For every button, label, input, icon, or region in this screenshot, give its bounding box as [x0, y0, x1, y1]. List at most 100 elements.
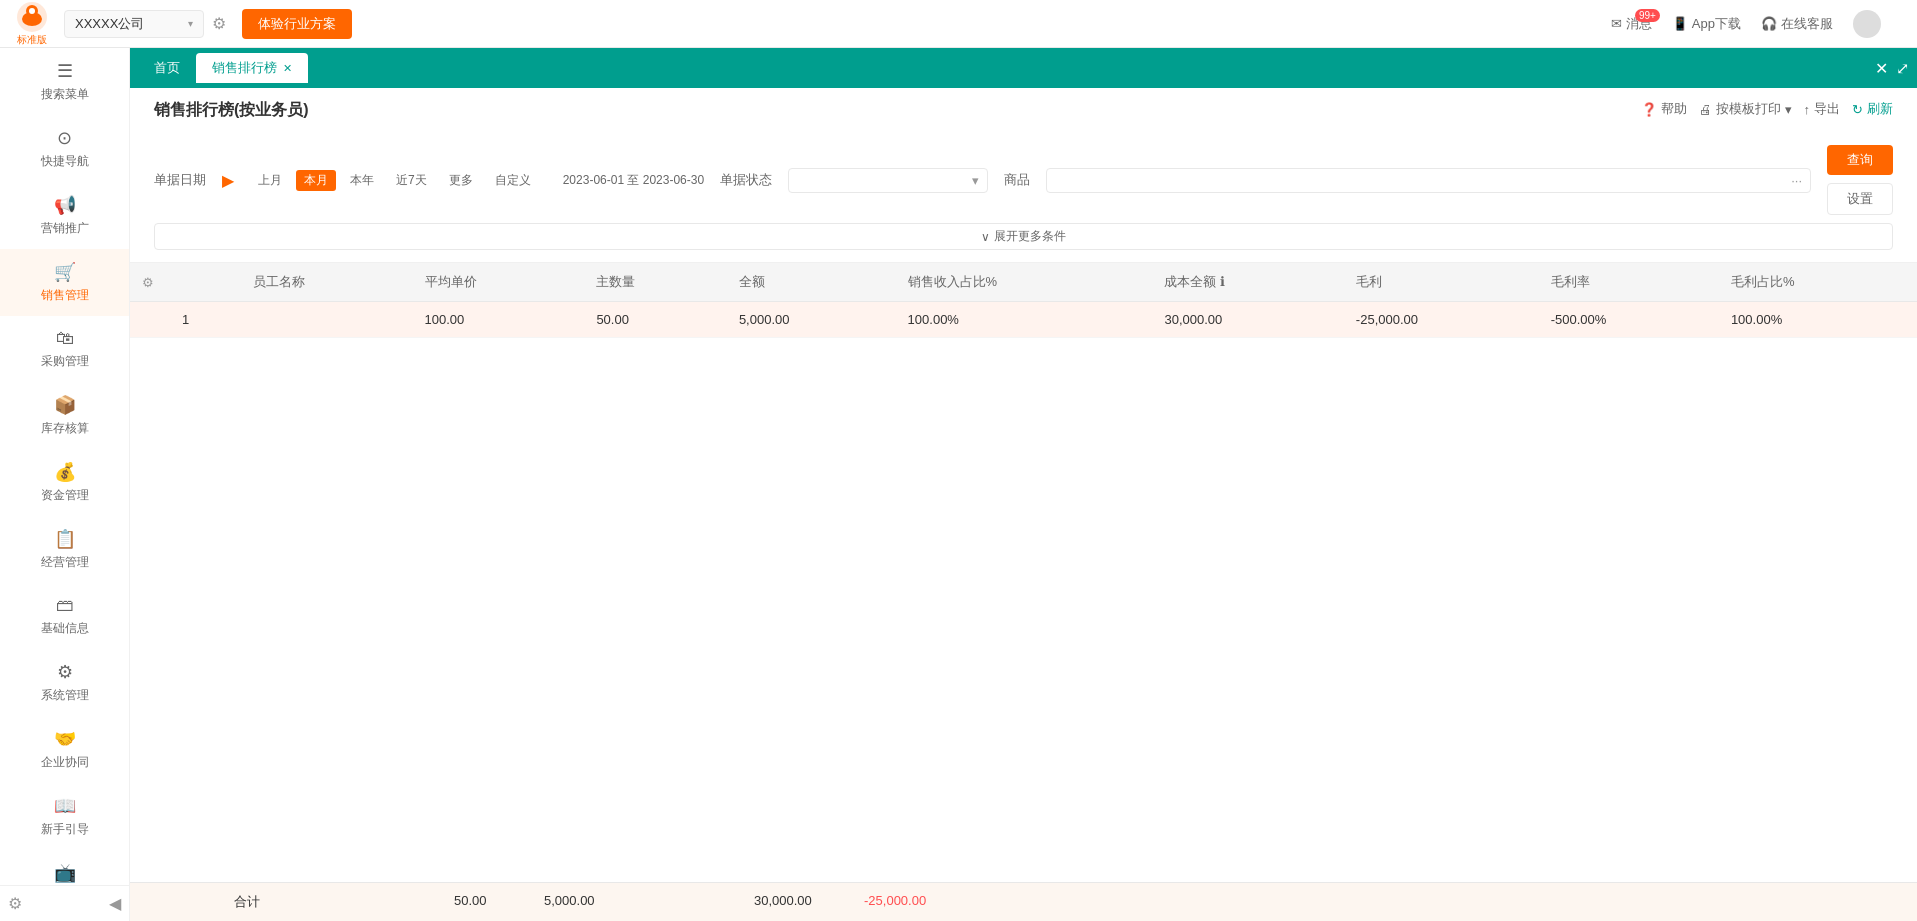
footer-amount: 5,000.00: [532, 893, 632, 911]
filter-setting-button[interactable]: 设置: [1827, 183, 1893, 215]
sidebar-settings-icon[interactable]: ⚙: [8, 894, 22, 913]
sidebar-icon-base-info: 🗃: [56, 595, 74, 616]
sidebar-item-base-info[interactable]: 🗃 基础信息: [0, 583, 129, 649]
tab-close-icon[interactable]: ✕: [283, 62, 292, 75]
footer-cost-amount: 30,000.00: [742, 893, 852, 911]
filter-collapse-icon[interactable]: ▶: [222, 171, 234, 190]
table-wrapper: ⚙ 员工名称 平均单价 主数量 全额 销售收入占比% 成本全额 ℹ 毛利 毛: [130, 263, 1917, 921]
help-label: 帮助: [1661, 100, 1687, 118]
date-filter-label: 单据日期: [154, 171, 206, 189]
status-select[interactable]: ▾: [788, 168, 988, 193]
sidebar-item-sales[interactable]: 🛒 销售管理: [0, 249, 129, 316]
refresh-button[interactable]: ↻ 刷新: [1852, 100, 1893, 118]
template-print-button[interactable]: 🖨 按模板打印 ▾: [1699, 100, 1792, 118]
sidebar-item-system[interactable]: ⚙系统管理: [0, 649, 129, 716]
status-filter-label: 单据状态: [720, 171, 772, 189]
date-tab-this-month[interactable]: 本月: [296, 170, 336, 191]
message-action[interactable]: ✉ 消息 99+: [1611, 15, 1652, 33]
main-area: ☰搜索菜单 ⊙ 快捷导航 📢营销推广 🛒 销售管理 🛍 采购管理 📦库存核算💰资金管理📋经营管理…: [0, 48, 1917, 921]
avatar[interactable]: [1853, 10, 1881, 38]
sidebar-item-operations[interactable]: 📋经营管理: [0, 516, 129, 583]
col-header-sales-pct: 销售收入占比%: [896, 263, 1153, 302]
table-settings-icon[interactable]: ⚙: [142, 275, 154, 290]
sidebar-icon-app-center: 📺: [54, 862, 76, 884]
help-button[interactable]: ❓ 帮助: [1641, 100, 1687, 118]
tab-restore-icon[interactable]: ⤢: [1896, 59, 1909, 78]
sidebar-label-system: 系统管理: [41, 687, 89, 704]
col-header-settings: ⚙: [130, 263, 170, 302]
sidebar-icon-quick-nav: ⊙: [57, 127, 72, 149]
template-print-chevron: ▾: [1785, 102, 1792, 117]
page-header: 销售排行榜(按业务员) ❓ 帮助 🖨 按模板打印 ▾ ↑: [130, 88, 1917, 133]
date-tabs: 上月 本月 本年 近7天 更多 自定义: [250, 170, 539, 191]
export-button[interactable]: ↑ 导出: [1804, 100, 1841, 118]
goods-select[interactable]: ···: [1046, 168, 1811, 193]
company-name: XXXXX公司: [75, 15, 184, 33]
col-header-avg-price: 平均单价: [413, 263, 585, 302]
col-header-gross-pct: 毛利占比%: [1719, 263, 1917, 302]
tab-label: 销售排行榜: [212, 59, 277, 77]
filter-bar: 单据日期 ▶ 上月 本月 本年 近7天 更多 自定义 2023-06-01 至 …: [130, 133, 1917, 263]
chevron-down-icon: ▾: [188, 18, 193, 29]
page-title: 销售排行榜(按业务员): [154, 100, 309, 121]
export-icon: ↑: [1804, 102, 1811, 117]
expand-button[interactable]: ∨ 展开更多条件: [154, 223, 1893, 250]
sidebar-icon-purchase: 🛍: [56, 328, 74, 349]
sidebar-icon-enterprise-collab: 🤝: [54, 728, 76, 750]
filter-row-1: 单据日期 ▶ 上月 本月 本年 近7天 更多 自定义 2023-06-01 至 …: [154, 145, 1893, 215]
svg-point-3: [29, 8, 35, 14]
row-name: [241, 302, 413, 338]
help-icon: ❓: [1641, 102, 1657, 117]
sidebar-label-base-info: 基础信息: [41, 620, 89, 637]
table-header-row: ⚙ 员工名称 平均单价 主数量 全额 销售收入占比% 成本全额 ℹ 毛利 毛: [130, 263, 1917, 302]
sidebar-label-sales: 销售管理: [41, 287, 89, 304]
sidebar-item-search[interactable]: ☰搜索菜单: [0, 48, 129, 115]
sidebar-label-purchase: 采购管理: [41, 353, 89, 370]
footer-gross-profit: -25,000.00: [852, 893, 962, 911]
logo-icon: [16, 1, 48, 33]
date-tab-last-month[interactable]: 上月: [250, 170, 290, 191]
content-area: 首页 销售排行榜 ✕ ✕ ⤢ 销售排行榜(按业务员) ❓ 帮助: [130, 48, 1917, 921]
sidebar-icon-sales: 🛒: [54, 261, 76, 283]
status-select-arrow-icon: ▾: [972, 173, 979, 188]
tab-close-all-icon[interactable]: ✕: [1875, 59, 1888, 78]
app-download-action[interactable]: 📱 App下载: [1672, 15, 1741, 33]
sidebar-item-finance[interactable]: 💰资金管理: [0, 449, 129, 516]
sidebar-label-quick-nav: 快捷导航: [41, 153, 89, 170]
sidebar-label-inventory: 库存核算: [41, 420, 89, 437]
top-bar-right: ✉ 消息 99+ 📱 App下载 🎧 在线客服: [1611, 10, 1901, 38]
sidebar-item-quick-nav[interactable]: ⊙ 快捷导航: [0, 115, 129, 182]
date-tab-this-year[interactable]: 本年: [342, 170, 382, 191]
query-button[interactable]: 查询: [1827, 145, 1893, 175]
col-header-cost-amount: 成本全额 ℹ: [1152, 263, 1343, 302]
date-tab-more[interactable]: 更多: [441, 170, 481, 191]
sidebar-item-app-center[interactable]: 📺应用中心: [0, 850, 129, 885]
trial-button[interactable]: 体验行业方案: [242, 9, 352, 39]
headset-icon: 🎧: [1761, 16, 1777, 31]
company-selector[interactable]: XXXXX公司 ▾: [64, 10, 204, 38]
logo-subtitle: 标准版: [17, 33, 47, 47]
top-settings-icon[interactable]: ⚙: [212, 14, 226, 33]
online-service-action[interactable]: 🎧 在线客服: [1761, 15, 1833, 33]
sidebar-item-inventory[interactable]: 📦库存核算: [0, 382, 129, 449]
export-label: 导出: [1814, 100, 1840, 118]
sidebar-collapse-icon[interactable]: ◀: [109, 894, 121, 913]
message-badge: 99+: [1635, 9, 1660, 22]
online-service-label: 在线客服: [1781, 15, 1833, 33]
row-settings-cell: [130, 302, 170, 338]
goods-filter-label: 商品: [1004, 171, 1030, 189]
sidebar-item-marketing[interactable]: 📢营销推广: [0, 182, 129, 249]
sidebar-item-enterprise-collab[interactable]: 🤝企业协同: [0, 716, 129, 783]
date-tab-7days[interactable]: 近7天: [388, 170, 435, 191]
row-amount: 5,000.00: [727, 302, 896, 338]
sidebar-item-purchase[interactable]: 🛍 采购管理: [0, 316, 129, 382]
expand-row: ∨ 展开更多条件: [154, 223, 1893, 250]
app-download-icon: 📱: [1672, 16, 1688, 31]
tab-home[interactable]: 首页: [138, 53, 196, 83]
sidebar-item-beginner-guide[interactable]: 📖新手引导: [0, 783, 129, 850]
top-bar: 标准版 XXXXX公司 ▾ ⚙ 体验行业方案 ✉ 消息 99+ 📱 App下载 …: [0, 0, 1917, 48]
tab-sales-ranking[interactable]: 销售排行榜 ✕: [196, 53, 308, 83]
date-tab-custom[interactable]: 自定义: [487, 170, 539, 191]
row-qty: 50.00: [584, 302, 726, 338]
expand-label: 展开更多条件: [994, 228, 1066, 245]
